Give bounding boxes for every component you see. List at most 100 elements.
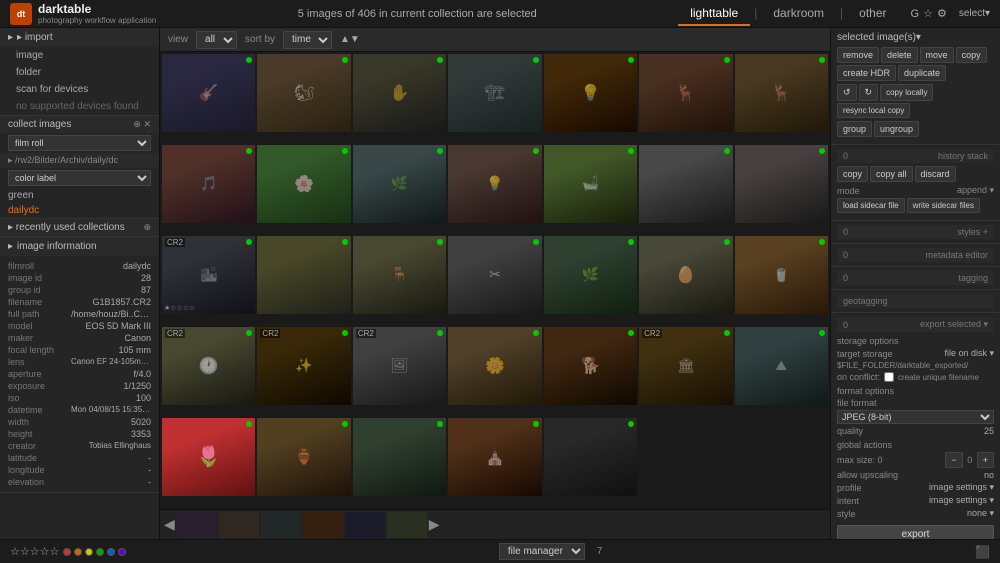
filmstrip-thumb-6[interactable] [387,512,427,538]
image-info-header[interactable]: ▸ image information [0,237,159,256]
tab-lighttable[interactable]: lighttable [678,2,750,26]
copy-locally-btn[interactable]: copy locally [880,84,933,101]
thumb-27[interactable]: 🏛 CR2 [639,327,732,405]
collect-header[interactable]: collect images ⊕ ✕ [0,116,159,133]
thumb-5[interactable]: 💡 [544,54,637,132]
file-on-disk-label[interactable]: file on disk ▾ [944,348,994,359]
discard-btn[interactable]: discard [915,166,956,182]
import-scan[interactable]: scan for devices [0,81,159,98]
thumb-21[interactable]: 🥤 [735,236,828,314]
file-format-select[interactable]: JPEG (8-bit) [837,410,994,424]
filmstrip-next[interactable]: ▶ [429,516,440,533]
move-btn[interactable]: move [920,47,954,63]
delete-btn[interactable]: delete [881,47,918,63]
rotate-left-btn[interactable]: ↺ [837,84,857,101]
color-dot-orange[interactable] [74,548,82,556]
thumb-31[interactable] [353,418,446,496]
color-dot-purple[interactable] [118,548,126,556]
filmstrip-thumb-3[interactable] [261,512,301,538]
thumb-30[interactable]: 🏺 [257,418,350,496]
resync-btn[interactable]: resync local copy [837,103,910,118]
filmstrip-prev[interactable]: ◀ [164,516,175,533]
max-size-minus[interactable]: − [945,452,962,468]
thumb-29[interactable]: 🌷 [162,418,255,496]
import-folder[interactable]: folder [0,64,159,81]
geotagging-divider[interactable]: geotagging [837,294,994,308]
star-icon[interactable]: ☆ [923,7,933,20]
thumb-6[interactable]: 🦌 [639,54,732,132]
copy-history-btn[interactable]: copy [837,166,868,182]
thumb-24[interactable]: 🖼 CR2 [353,327,446,405]
metadata-divider[interactable]: 0 metadata editor [837,248,994,262]
tagging-divider[interactable]: 0 tagging [837,271,994,285]
sort-select[interactable]: time [283,31,332,49]
tab-other[interactable]: other [847,2,898,26]
thumb-26[interactable]: 🐕 [544,327,637,405]
collect-filmroll-select[interactable]: film roll [8,135,151,151]
write-sidecar-btn[interactable]: write sidecar files [907,198,980,213]
thumb-7[interactable]: 🦌 [735,54,828,132]
thumb-19[interactable]: 🌿 [544,236,637,314]
color-dot-blue[interactable] [107,548,115,556]
selected-images-label[interactable]: selected image(s)▾ [837,32,921,43]
filmstrip-thumb-1[interactable] [177,512,217,538]
monitor-icon[interactable]: ⬛ [975,545,990,559]
thumb-28[interactable]: ⛰ [735,327,828,405]
max-size-plus[interactable]: + [977,452,994,468]
select-label[interactable]: select▾ [959,8,990,19]
group-btn[interactable]: group [837,121,872,137]
thumb-3[interactable]: ✋ [353,54,446,132]
thumb-18[interactable]: ✂ [448,236,541,314]
thumb-13[interactable] [639,145,732,223]
view-select[interactable]: all [196,31,237,49]
sort-dir-icon[interactable]: ▲▼ [340,34,360,45]
export-divider[interactable]: 0 export selected ▾ [837,317,994,332]
thumb-32[interactable]: ⛪ [448,418,541,496]
filmstrip-thumb-4[interactable] [303,512,343,538]
thumb-33[interactable] [544,418,637,496]
color-dot-green[interactable] [96,548,104,556]
thumb-15[interactable]: 🏙 CR2 ★☆☆☆☆ [162,236,255,314]
g-icon[interactable]: G [911,8,920,20]
thumb-10[interactable]: 🌿 [353,145,446,223]
thumb-23[interactable]: ✨ CR2 [257,327,350,405]
import-image[interactable]: image [0,47,159,64]
thumb-25[interactable]: 🌼 [448,327,541,405]
import-header[interactable]: ▸ ▸ import [0,28,159,47]
bottom-stars[interactable]: ☆☆☆☆☆ [10,545,59,558]
rotate-right-btn[interactable]: ↻ [859,84,879,101]
duplicate-btn[interactable]: duplicate [898,65,946,81]
thumb-4[interactable]: 🏗 [448,54,541,132]
thumb-14[interactable] [735,145,828,223]
thumb-9[interactable]: 🌸 [257,145,350,223]
collect-color-select[interactable]: color label [8,170,151,186]
file-manager-select[interactable]: file manager [499,543,585,560]
thumb-22[interactable]: 🕐 CR2 [162,327,255,405]
style-value[interactable]: none ▾ [967,508,994,519]
recently-header[interactable]: ▸ recently used collections ⊕ [0,219,159,236]
thumb-1[interactable]: 🎸 [162,54,255,132]
color-dot-yellow[interactable] [85,548,93,556]
thumb-2[interactable]: 🐿 [257,54,350,132]
create-hdr-btn[interactable]: create HDR [837,65,896,81]
create-unique-checkbox[interactable] [884,372,894,382]
thumb-8[interactable]: 🎵 [162,145,255,223]
copy-all-btn[interactable]: copy all [870,166,913,182]
profile-value[interactable]: image settings ▾ [929,482,994,493]
color-dot-red[interactable] [63,548,71,556]
thumb-16[interactable] [257,236,350,314]
copy-btn[interactable]: copy [956,47,987,63]
ungroup-btn[interactable]: ungroup [874,121,919,137]
tab-darkroom[interactable]: darkroom [761,2,836,26]
thumb-11[interactable]: 💡 [448,145,541,223]
filmstrip-thumb-2[interactable] [219,512,259,538]
thumb-17[interactable]: 🪑 [353,236,446,314]
load-sidecar-btn[interactable]: load sidecar file [837,198,905,213]
intent-value[interactable]: image settings ▾ [929,495,994,506]
export-btn[interactable]: export [837,525,994,539]
gear-icon[interactable]: ⚙ [937,7,947,20]
thumb-12[interactable]: 🛁 [544,145,637,223]
styles-divider[interactable]: 0 styles + [837,225,994,239]
remove-btn[interactable]: remove [837,47,879,63]
thumb-20[interactable]: 🥚 [639,236,732,314]
